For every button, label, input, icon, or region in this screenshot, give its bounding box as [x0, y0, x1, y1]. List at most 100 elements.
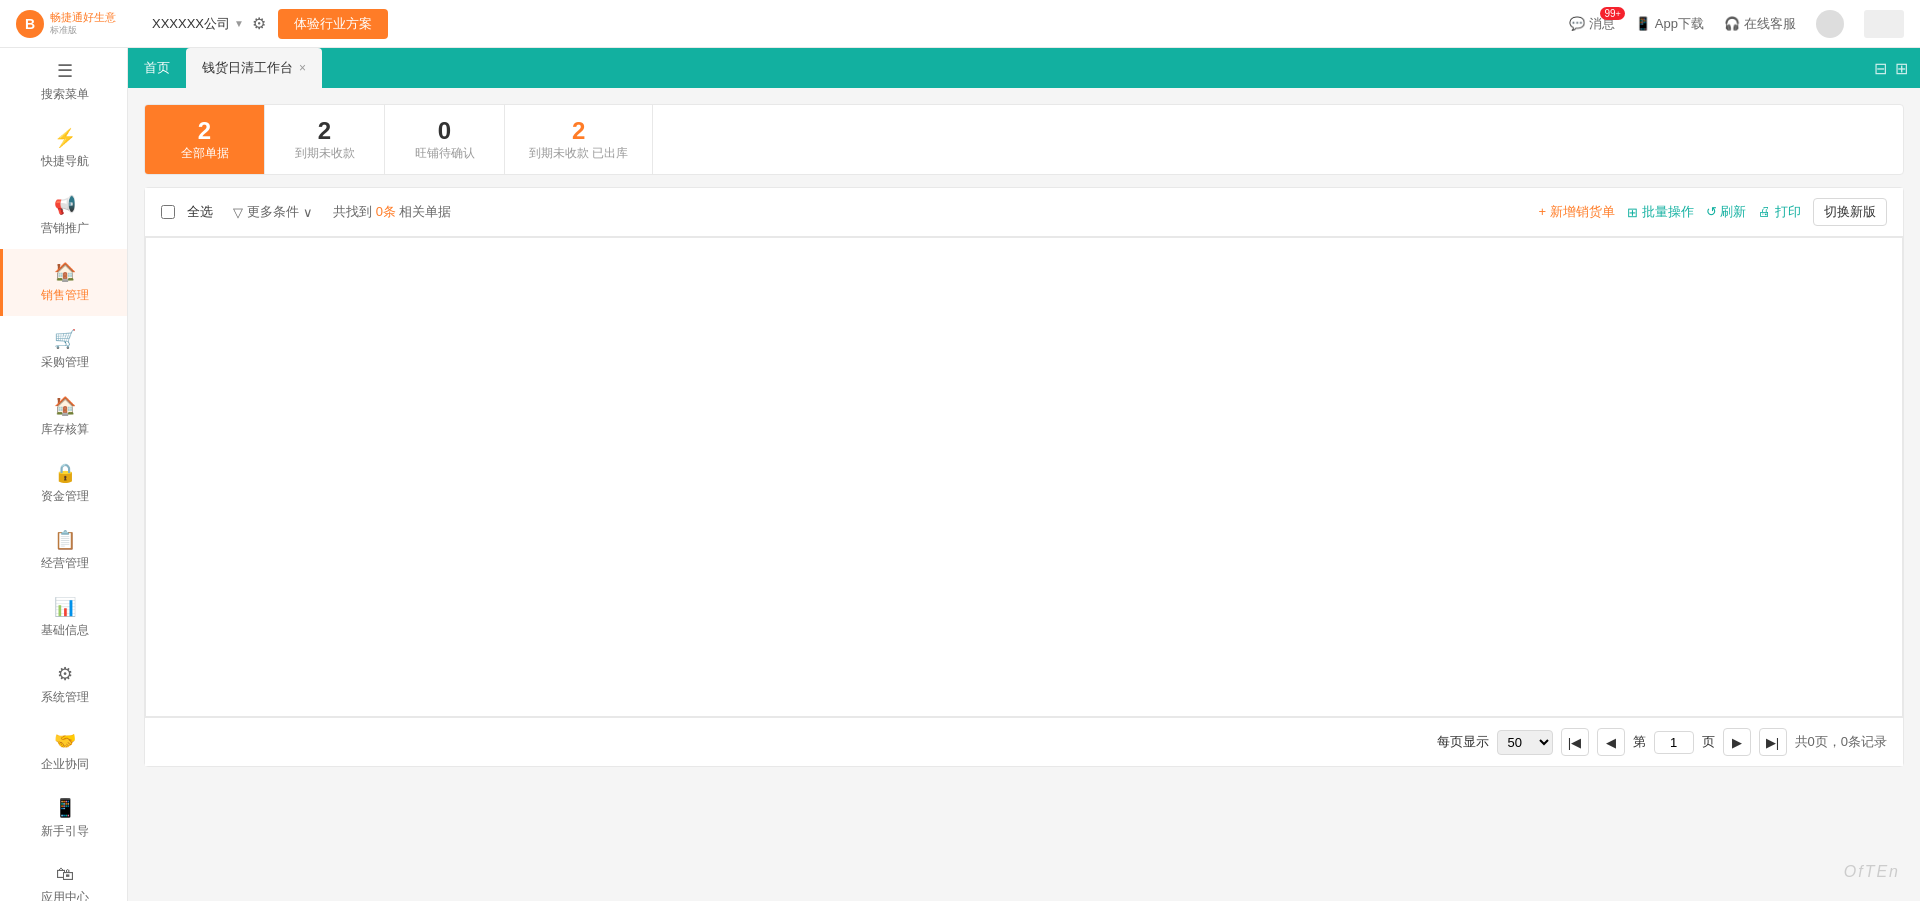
- sidebar-label-sales: 销售管理: [41, 287, 89, 304]
- app-download-label: App下载: [1655, 15, 1704, 33]
- user-name-area[interactable]: [1864, 10, 1904, 38]
- sidebar-item-search-menu[interactable]: ☰ 搜索菜单: [0, 48, 127, 115]
- data-table-area: [145, 237, 1903, 717]
- pagination-bar: 每页显示 50 20 100 |◀ ◀ 第 页 ▶ ▶| 共0页，0条记录: [145, 717, 1903, 766]
- settings-icon[interactable]: ⚙: [252, 14, 266, 33]
- select-all-checkbox[interactable]: [161, 205, 175, 219]
- sidebar-item-basic-info[interactable]: 📊 基础信息: [0, 584, 127, 651]
- operation-icon: 📋: [54, 529, 76, 551]
- sidebar-label-inventory: 库存核算: [41, 421, 89, 438]
- watermark: OfTEn: [1844, 863, 1900, 881]
- tab-home[interactable]: 首页: [128, 48, 186, 88]
- online-service-button[interactable]: 🎧 在线客服: [1724, 15, 1796, 33]
- sidebar-item-inventory[interactable]: 🏠 库存核算: [0, 383, 127, 450]
- sidebar-label-quick-nav: 快捷导航: [41, 153, 89, 170]
- sidebar-item-sales[interactable]: 🏠 销售管理: [0, 249, 127, 316]
- purchase-icon: 🛒: [54, 328, 76, 350]
- switch-version-button[interactable]: 切换新版: [1813, 198, 1887, 226]
- headset-icon: 🎧: [1724, 16, 1740, 31]
- stats-tabs: 2 全部单据 2 到期未收款 0 旺铺待确认 2 到期未收款 已出库: [144, 104, 1904, 175]
- sidebar-item-app-center[interactable]: 🛍 应用中心: [0, 852, 127, 901]
- tab-close-icon[interactable]: ×: [299, 61, 306, 75]
- add-sale-order-button[interactable]: + 新增销货单: [1539, 203, 1615, 221]
- filter-label: 更多条件: [247, 203, 299, 221]
- batch-operation-button[interactable]: ⊞ 批量操作: [1627, 203, 1694, 221]
- sidebar-label-finance: 资金管理: [41, 488, 89, 505]
- message-badge: 99: [1600, 7, 1624, 20]
- quick-nav-icon: ⚡: [54, 127, 76, 149]
- filter-icon: ▽: [233, 205, 243, 220]
- refresh-button[interactable]: ↺ 刷新: [1706, 203, 1747, 221]
- sidebar-item-enterprise-coop[interactable]: 🤝 企业协同: [0, 718, 127, 785]
- sidebar-item-newbie[interactable]: 📱 新手引导: [0, 785, 127, 852]
- sidebar-label-enterprise-coop: 企业协同: [41, 756, 89, 773]
- stats-count-1: 2: [289, 117, 360, 145]
- logo-area: B 畅捷通好生意 标准版: [16, 10, 144, 38]
- trial-button[interactable]: 体验行业方案: [278, 9, 388, 39]
- system-icon: ⚙: [57, 663, 73, 685]
- stats-tab-2[interactable]: 0 旺铺待确认: [385, 105, 505, 174]
- sidebar-label-system: 系统管理: [41, 689, 89, 706]
- stats-tab-1[interactable]: 2 到期未收款: [265, 105, 385, 174]
- logo-sub: 标准版: [50, 24, 116, 37]
- sidebar-label-app-center: 应用中心: [41, 889, 89, 901]
- per-page-select[interactable]: 50 20 100: [1497, 730, 1553, 755]
- first-page-button[interactable]: |◀: [1561, 728, 1589, 756]
- tab-qhdq[interactable]: 钱货日清工作台 ×: [186, 48, 322, 88]
- online-service-label: 在线客服: [1744, 15, 1796, 33]
- app-center-icon: 🛍: [56, 864, 74, 885]
- found-text: 共找到 0条 相关单据: [333, 203, 451, 221]
- sidebar-item-operation[interactable]: 📋 经营管理: [0, 517, 127, 584]
- minimize-icon[interactable]: ⊟: [1874, 59, 1887, 78]
- avatar[interactable]: [1816, 10, 1844, 38]
- message-button[interactable]: 💬 消息 99: [1569, 15, 1615, 33]
- stats-tab-3[interactable]: 2 到期未收款 已出库: [505, 105, 653, 174]
- stats-count-3: 2: [529, 117, 628, 145]
- company-selector[interactable]: XXXXXX公司 ▼: [152, 15, 244, 33]
- content-card: 全选 ▽ 更多条件 ∨ 共找到 0条 相关单据 + 新增销货单 ⊞ 批量操作 ↺: [144, 187, 1904, 767]
- sidebar-item-purchase[interactable]: 🛒 采购管理: [0, 316, 127, 383]
- next-page-button[interactable]: ▶: [1723, 728, 1751, 756]
- print-label: 打印: [1775, 204, 1801, 219]
- sidebar-label-basic-info: 基础信息: [41, 622, 89, 639]
- logo-name: 畅捷通好生意: [50, 10, 116, 24]
- stats-label-2: 旺铺待确认: [415, 146, 475, 160]
- enterprise-coop-icon: 🤝: [54, 730, 76, 752]
- batch-icon: ⊞: [1627, 205, 1638, 220]
- expand-icon[interactable]: ⊞: [1895, 59, 1908, 78]
- inventory-icon: 🏠: [54, 395, 76, 417]
- header-right: 💬 消息 99 📱 App下载 🎧 在线客服: [1569, 10, 1904, 38]
- batch-label: 批量操作: [1642, 203, 1694, 221]
- found-suffix: 相关单据: [399, 204, 451, 219]
- toolbar: 全选 ▽ 更多条件 ∨ 共找到 0条 相关单据 + 新增销货单 ⊞ 批量操作 ↺: [145, 188, 1903, 237]
- stats-count-2: 0: [409, 117, 480, 145]
- basic-info-icon: 📊: [54, 596, 76, 618]
- sidebar-item-system[interactable]: ⚙ 系统管理: [0, 651, 127, 718]
- print-icon: 🖨: [1758, 204, 1771, 219]
- refresh-icon: ↺: [1706, 204, 1717, 219]
- sidebar-label-search-menu: 搜索菜单: [41, 86, 89, 103]
- stats-label-0: 全部单据: [181, 146, 229, 160]
- filter-button[interactable]: ▽ 更多条件 ∨: [225, 199, 321, 225]
- page-number-input[interactable]: [1654, 731, 1694, 754]
- prev-page-button[interactable]: ◀: [1597, 728, 1625, 756]
- stats-label-3: 到期未收款 已出库: [529, 146, 628, 160]
- per-page-label: 每页显示: [1437, 733, 1489, 751]
- search-menu-icon: ☰: [57, 60, 73, 82]
- stats-tab-0[interactable]: 2 全部单据: [145, 105, 265, 174]
- message-icon: 💬: [1569, 16, 1585, 31]
- toolbar-right: + 新增销货单 ⊞ 批量操作 ↺ 刷新 🖨 打印 切换新版: [1539, 198, 1887, 226]
- sidebar-label-newbie: 新手引导: [41, 823, 89, 840]
- marketing-icon: 📢: [54, 194, 76, 216]
- print-button[interactable]: 🖨 打印: [1758, 203, 1801, 221]
- company-name: XXXXXX公司: [152, 15, 230, 33]
- nav-tab-right: ⊟ ⊞: [1874, 59, 1920, 78]
- sidebar-label-marketing: 营销推广: [41, 220, 89, 237]
- sidebar-item-marketing[interactable]: 📢 营销推广: [0, 182, 127, 249]
- sidebar-item-finance[interactable]: 🔒 资金管理: [0, 450, 127, 517]
- filter-arrow-icon: ∨: [303, 205, 313, 220]
- last-page-button[interactable]: ▶|: [1759, 728, 1787, 756]
- sidebar: ☰ 搜索菜单 ⚡ 快捷导航 📢 营销推广 🏠 销售管理 🛒 采购管理 🏠 库存核…: [0, 0, 128, 901]
- sidebar-item-quick-nav[interactable]: ⚡ 快捷导航: [0, 115, 127, 182]
- app-download-button[interactable]: 📱 App下载: [1635, 15, 1704, 33]
